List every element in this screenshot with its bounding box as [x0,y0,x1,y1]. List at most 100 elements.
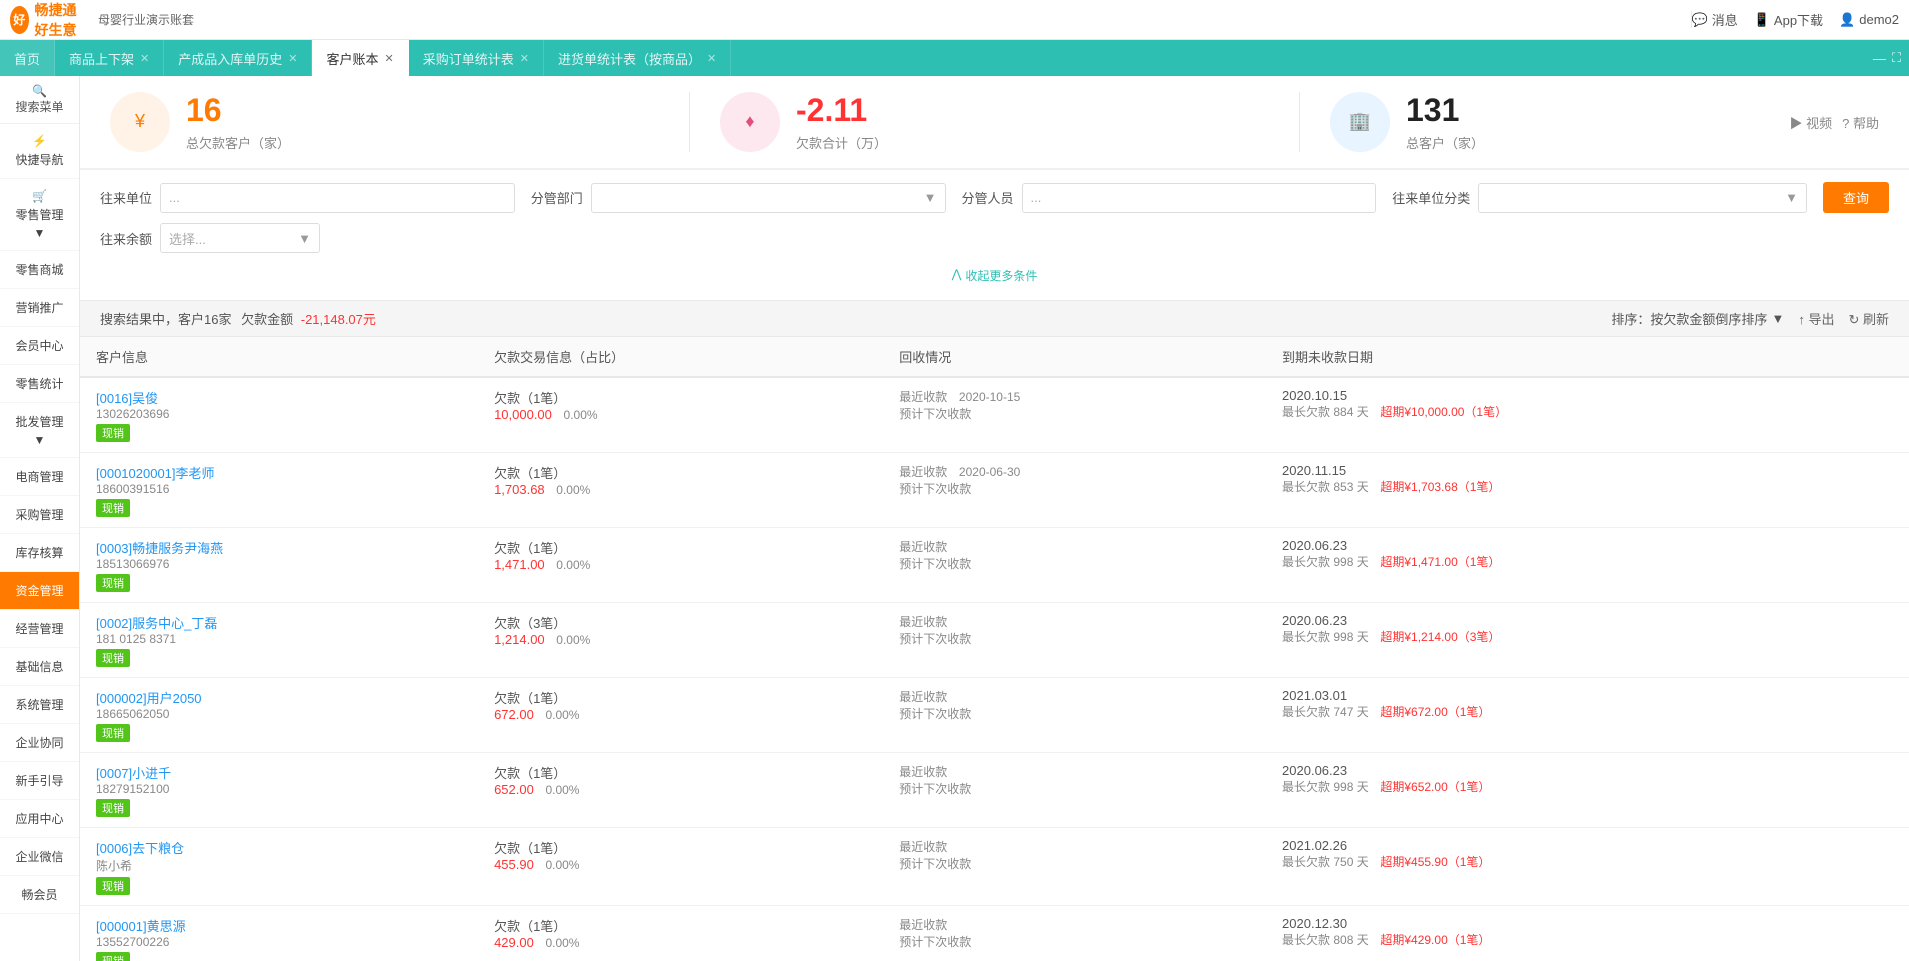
debt-amount-1[interactable]: 1,703.68 [494,482,545,497]
sidebar-item-nav[interactable]: ⚡ 快捷导航 [0,124,79,179]
debt-amount-7[interactable]: 429.00 [494,935,534,950]
customer-name-link-7[interactable]: [000001]黄思源 [96,916,462,935]
customer-name-link-0[interactable]: [0016]吴俊 [96,388,462,407]
customer-name-link-6[interactable]: [0006]去下粮仓 [96,838,462,857]
minimize-icon[interactable]: — [1873,51,1886,66]
sidebar-item-new-guide[interactable]: 新手引导 [0,762,79,800]
tab-product-up-down[interactable]: 商品上下架 ✕ [55,40,164,76]
sidebar-item-app-center[interactable]: 应用中心 [0,800,79,838]
overdue-amount-7[interactable]: 超期¥429.00（1笔） [1380,933,1490,947]
customer-name-link-4[interactable]: [000002]用户2050 [96,688,462,707]
overdue-amount-5[interactable]: 超期¥652.00（1笔） [1380,780,1490,794]
export-button[interactable]: ↑ 导出 [1798,309,1834,328]
debt-pct-6: 0.00% [545,858,579,872]
customer-name-link-5[interactable]: [0007]小进千 [96,763,462,782]
table-row: [0003]畅捷服务尹海燕 18513066976 现销 欠款（1笔） 1,47… [80,528,1909,603]
filter-select-balance[interactable]: 选择... ▼ [160,223,320,253]
sidebar-item-inventory[interactable]: 库存核算 [0,534,79,572]
overdue-amount-2[interactable]: 超期¥1,471.00（1笔） [1380,555,1500,569]
filter-input-manager[interactable]: ... [1022,183,1377,213]
filter-row-1: 往来单位 ... 分管部门 ▼ 分管人员 ... [100,182,1889,213]
sort-selector[interactable]: 排序：按欠款金额倒序排序 ▼ [1611,309,1784,328]
overdue-amount-1[interactable]: 超期¥1,703.68（1笔） [1380,480,1500,494]
customer-name-link-2[interactable]: [0003]畅捷服务尹海燕 [96,538,462,557]
cell-collect-4: 最近收款 预计下次收款 [883,678,1266,753]
sidebar-item-batch-mgmt[interactable]: 批发管理 ▼ [0,403,79,458]
sidebar-item-basic-info[interactable]: 基础信息 [0,648,79,686]
tab-purchase-stats[interactable]: 进货单统计表（按商品） ✕ [544,40,731,76]
sidebar-item-operations[interactable]: 经营管理 [0,610,79,648]
overdue-amount-0[interactable]: 超期¥10,000.00（1笔） [1380,405,1507,419]
table-row: [000002]用户2050 18665062050 现销 欠款（1笔） 672… [80,678,1909,753]
debt-amount-6[interactable]: 455.90 [494,857,534,872]
tab-product-history[interactable]: 产成品入库单历史 ✕ [164,40,312,76]
sidebar-item-retail-mall[interactable]: 零售商城 [0,251,79,289]
logo-icon: 好 [10,6,29,34]
sidebar-item-ecommerce[interactable]: 电商管理 [0,458,79,496]
help-button[interactable]: ? 帮助 [1842,113,1879,132]
sidebar-item-vip[interactable]: 畅会员 [0,876,79,914]
close-tab-purchase-stats[interactable]: ✕ [707,52,716,65]
sidebar-item-system[interactable]: 系统管理 [0,686,79,724]
maximize-icon[interactable]: ⛶ [1892,50,1901,66]
view-video-button[interactable]: ▶ 视频 [1789,113,1832,132]
app-logo[interactable]: 好 畅捷通好生意 [10,0,90,40]
overdue-amount-4[interactable]: 超期¥672.00（1笔） [1380,705,1490,719]
customer-name-link-3[interactable]: [0002]服务中心_丁磊 [96,613,462,632]
filter-label-balance: 往来余额 [100,229,152,248]
main-layout: 🔍 搜索菜单 ⚡ 快捷导航 🛒 零售管理 ▼ 零售商城 营销推广 会员中心 零售… [0,76,1909,961]
close-tab-purchase-order[interactable]: ✕ [520,52,529,65]
overdue-amount-3[interactable]: 超期¥1,214.00（3笔） [1380,630,1500,644]
next-collect-label-1: 预计下次收款 [899,480,1250,497]
debt-count-6: 欠款（1笔） [494,838,867,857]
overdue-amount-6[interactable]: 超期¥455.90（1笔） [1380,855,1490,869]
app-download-button[interactable]: 📱 App下载 [1754,10,1823,29]
tab-purchase-order[interactable]: 采购订单统计表 ✕ [409,40,544,76]
messages-button[interactable]: 💬 消息 [1692,10,1738,29]
cell-customer-4: [000002]用户2050 18665062050 现销 [80,678,478,753]
sidebar-item-retail-mgmt[interactable]: 🛒 零售管理 ▼ [0,179,79,251]
debt-pct-1: 0.00% [556,483,590,497]
customer-tag-3: 现销 [96,649,130,667]
overdue-days-7: 最长欠款 808 天 [1282,933,1369,947]
debt-amount-2[interactable]: 1,471.00 [494,557,545,572]
collapse-filters[interactable]: ⋀ 收起更多条件 [100,263,1889,288]
debt-amount-4[interactable]: 672.00 [494,707,534,722]
sidebar-item-enterprise[interactable]: 企业协同 [0,724,79,762]
debt-amount-3[interactable]: 1,214.00 [494,632,545,647]
close-tab-customer-account[interactable]: ✕ [385,52,394,65]
avatar-icon: 👤 [1839,12,1855,28]
query-button[interactable]: 查询 [1823,182,1889,213]
industry-selector[interactable]: 母婴行业演示账套 [90,11,1692,28]
filter-balance-placeholder: 选择... [169,229,206,248]
user-avatar[interactable]: 👤 demo2 [1839,12,1899,28]
cell-debt-7: 欠款（1笔） 429.00 0.00% [478,906,883,961]
refresh-button[interactable]: ↻ 刷新 [1848,309,1889,328]
cell-debt-1: 欠款（1笔） 1,703.68 0.00% [478,453,883,528]
tab-home[interactable]: 首页 [0,40,55,76]
filter-input-unit[interactable]: ... [160,183,515,213]
customer-name-link-1[interactable]: [0001020001]李老师 [96,463,462,482]
overdue-days-0: 最长欠款 884 天 [1282,405,1369,419]
help-icon: ? [1842,116,1849,131]
sidebar-item-member[interactable]: 会员中心 [0,327,79,365]
close-tab-product-up-down[interactable]: ✕ [140,52,149,65]
tab-customer-account[interactable]: 客户账本 ✕ [312,40,408,76]
sidebar-item-retail-stats[interactable]: 零售统计 [0,365,79,403]
overdue-days-6: 最长欠款 750 天 [1282,855,1369,869]
stat-label-total: 总客户（家） [1406,133,1484,152]
sidebar-item-finance[interactable]: 资金管理 [0,572,79,610]
filter-select-dept[interactable]: ▼ [591,183,946,213]
filter-unit-placeholder: ... [169,190,180,205]
sidebar-item-marketing[interactable]: 营销推广 [0,289,79,327]
sidebar-search[interactable]: 🔍 搜索菜单 [0,76,79,124]
sidebar-item-wechat[interactable]: 企业微信 [0,838,79,876]
debt-amount-5[interactable]: 652.00 [494,782,534,797]
filter-select-category[interactable]: ▼ [1478,183,1807,213]
debt-amount-0[interactable]: 10,000.00 [494,407,552,422]
cell-customer-7: [000001]黄思源 13552700226 现销 [80,906,478,961]
export-icon: ↑ [1798,312,1805,327]
close-tab-product-history[interactable]: ✕ [288,52,297,65]
sidebar-item-purchase[interactable]: 采购管理 [0,496,79,534]
debt-count-1: 欠款（1笔） [494,463,867,482]
